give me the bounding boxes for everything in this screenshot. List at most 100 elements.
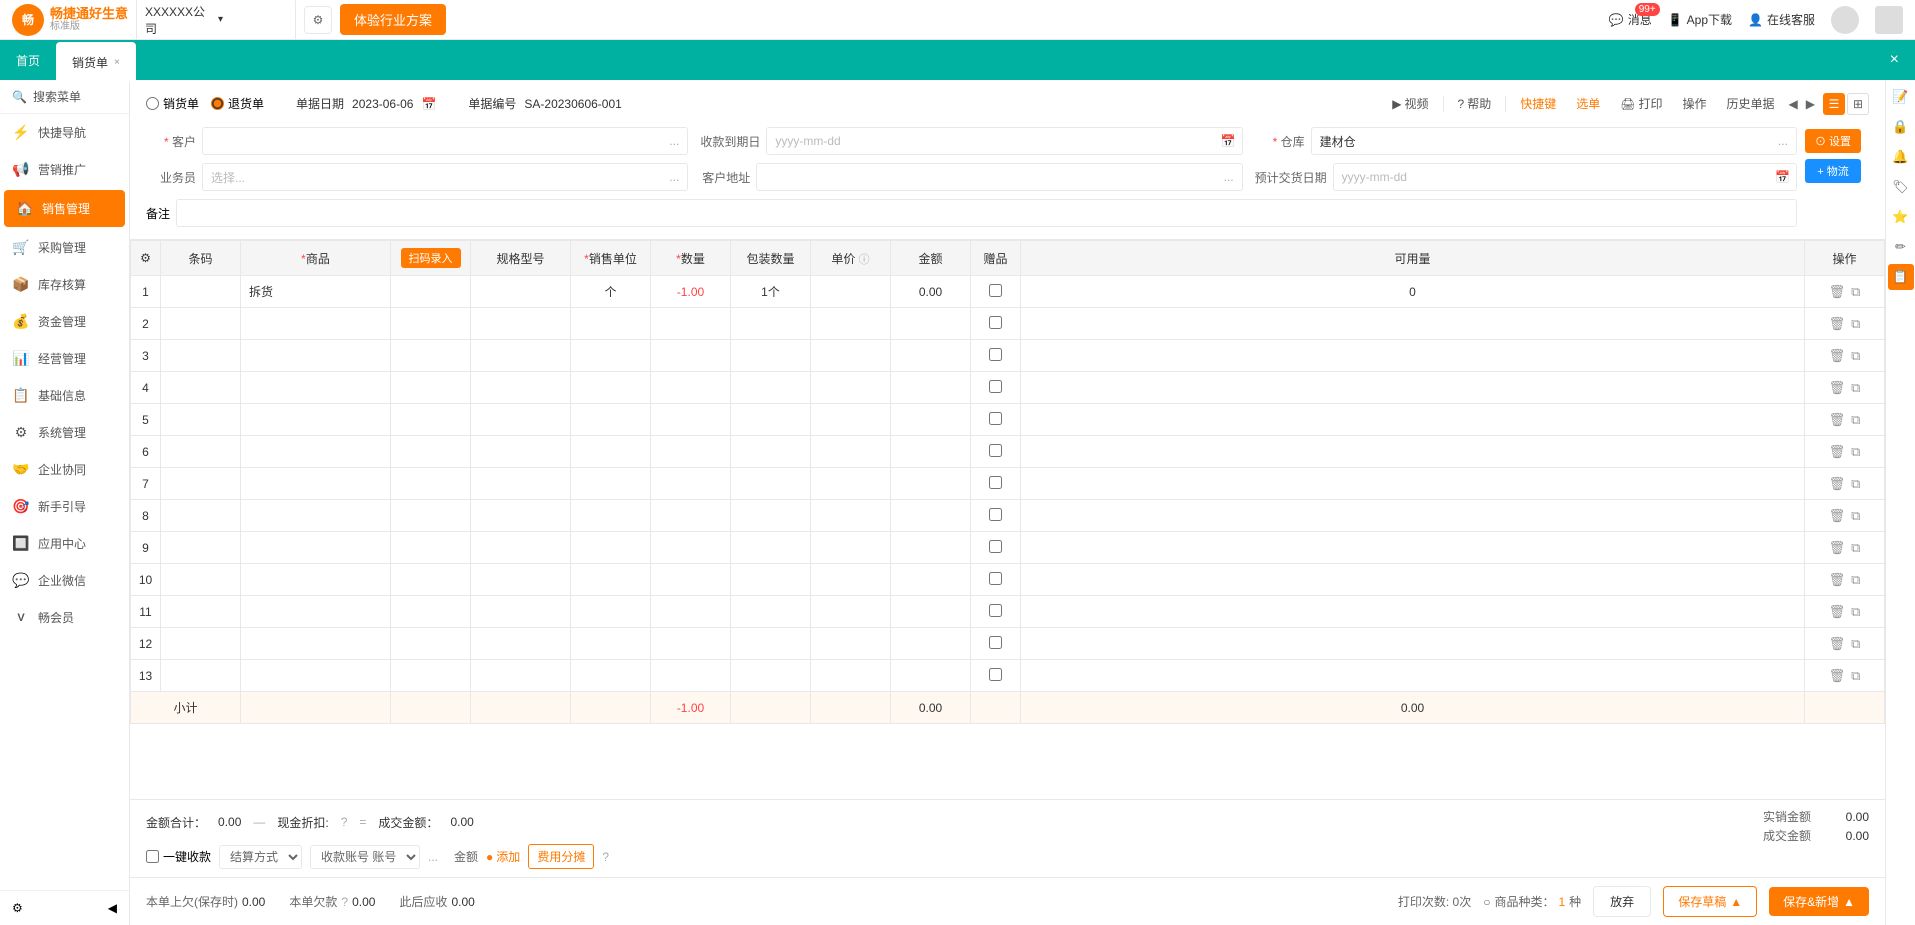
right-panel-note-btn[interactable]: 📝 [1888, 84, 1914, 110]
row-spec[interactable] [471, 276, 571, 308]
payment-due-input[interactable]: yyyy-mm-dd 📅 [766, 127, 1242, 155]
row-amount[interactable] [891, 372, 971, 404]
row-price[interactable] [811, 276, 891, 308]
payment-method-select[interactable]: 结算方式 [219, 845, 302, 869]
row-spec[interactable] [471, 628, 571, 660]
row-amount[interactable] [891, 660, 971, 692]
row-pkg-qty[interactable] [731, 340, 811, 372]
row-pkg-qty[interactable] [731, 660, 811, 692]
gift-checkbox[interactable] [989, 380, 1002, 393]
delete-icon[interactable]: 🗑 [1829, 508, 1846, 524]
one-click-payment[interactable]: 一键收款 [146, 848, 211, 865]
customer-addr-input[interactable]: ... [756, 163, 1242, 191]
sidebar-item-finance[interactable]: 💰 资金管理 [0, 303, 129, 340]
row-qty[interactable]: -1.00 [651, 276, 731, 308]
row-amount[interactable] [891, 596, 971, 628]
delete-icon[interactable]: 🗑 [1829, 604, 1846, 620]
copy-icon[interactable]: ⧉ [1851, 284, 1860, 300]
sidebar-item-basics[interactable]: 📋 基础信息 [0, 377, 129, 414]
row-pkg-qty[interactable]: 1个 [731, 276, 811, 308]
row-gift[interactable] [971, 660, 1021, 692]
row-gift[interactable] [971, 276, 1021, 308]
online-service-button[interactable]: 👤 在线客服 [1748, 11, 1815, 28]
delete-icon[interactable]: 🗑 [1829, 380, 1846, 396]
help-btn[interactable]: ? 帮助 [1452, 92, 1498, 115]
gift-checkbox[interactable] [989, 444, 1002, 457]
sidebar-item-wechat[interactable]: 💬 企业微信 [0, 562, 129, 599]
customer-input[interactable]: ... [202, 127, 688, 155]
row-barcode[interactable] [161, 276, 241, 308]
row-qty[interactable] [651, 340, 731, 372]
row-product[interactable] [241, 308, 391, 340]
row-unit[interactable] [571, 660, 651, 692]
copy-icon[interactable]: ⧉ [1851, 476, 1860, 492]
copy-icon[interactable]: ⧉ [1851, 540, 1860, 556]
row-barcode[interactable] [161, 660, 241, 692]
row-product[interactable] [241, 596, 391, 628]
next-icon[interactable]: ▶ [1806, 97, 1815, 111]
row-unit[interactable] [571, 564, 651, 596]
operation-btn[interactable]: 操作 [1677, 92, 1713, 115]
row-product[interactable] [241, 468, 391, 500]
row-pkg-qty[interactable] [731, 436, 811, 468]
right-panel-orange-btn[interactable]: 📋 [1888, 264, 1914, 290]
add-button[interactable]: ● 添加 [486, 848, 520, 865]
row-qty[interactable] [651, 660, 731, 692]
row-qty[interactable] [651, 532, 731, 564]
row-amount[interactable] [891, 628, 971, 660]
delete-icon[interactable]: 🗑 [1829, 636, 1846, 652]
row-spec[interactable] [471, 308, 571, 340]
user-menu[interactable] [1875, 6, 1903, 34]
row-price[interactable] [811, 468, 891, 500]
row-product[interactable] [241, 660, 391, 692]
right-panel-bell-btn[interactable]: 🔔 [1888, 144, 1914, 170]
radio-return[interactable]: 退货单 [211, 95, 264, 112]
radio-sales[interactable]: 销货单 [146, 95, 199, 112]
copy-icon[interactable]: ⧉ [1851, 604, 1860, 620]
row-qty[interactable] [651, 500, 731, 532]
row-qty[interactable] [651, 436, 731, 468]
row-product[interactable] [241, 532, 391, 564]
gift-checkbox[interactable] [989, 668, 1002, 681]
row-unit[interactable]: 个 [571, 276, 651, 308]
right-panel-lock-btn[interactable]: 🔒 [1888, 114, 1914, 140]
row-qty[interactable] [651, 404, 731, 436]
logistics-button[interactable]: + 物流 [1805, 159, 1861, 183]
row-pkg-qty[interactable] [731, 564, 811, 596]
row-amount[interactable]: 0.00 [891, 276, 971, 308]
row-gift[interactable] [971, 404, 1021, 436]
row-price[interactable] [811, 660, 891, 692]
row-spec[interactable] [471, 564, 571, 596]
row-pkg-qty[interactable] [731, 596, 811, 628]
row-spec[interactable] [471, 660, 571, 692]
row-qty[interactable] [651, 564, 731, 596]
sidebar-search[interactable]: 🔍 搜索菜单 [0, 80, 129, 114]
sidebar-item-inventory[interactable]: 📦 库存核算 [0, 266, 129, 303]
payment-checkbox[interactable] [146, 850, 159, 863]
row-price[interactable] [811, 628, 891, 660]
row-amount[interactable] [891, 468, 971, 500]
row-price[interactable] [811, 596, 891, 628]
row-amount[interactable] [891, 308, 971, 340]
sidebar-item-collab[interactable]: 🤝 企业协同 [0, 451, 129, 488]
row-spec[interactable] [471, 596, 571, 628]
row-product[interactable] [241, 436, 391, 468]
window-close-button[interactable]: × [1874, 51, 1915, 69]
message-button[interactable]: 💬 消息 99+ [1609, 11, 1652, 28]
row-unit[interactable] [571, 596, 651, 628]
row-gift[interactable] [971, 500, 1021, 532]
scan-button[interactable]: 扫码录入 [401, 248, 461, 268]
row-product[interactable]: 拆货 [241, 276, 391, 308]
row-amount[interactable] [891, 340, 971, 372]
row-gift[interactable] [971, 564, 1021, 596]
row-barcode[interactable] [161, 308, 241, 340]
row-spec[interactable] [471, 532, 571, 564]
sidebar-item-quick-nav[interactable]: ⚡ 快捷导航 [0, 114, 129, 151]
row-spec[interactable] [471, 340, 571, 372]
delete-icon[interactable]: 🗑 [1829, 444, 1846, 460]
row-product[interactable] [241, 500, 391, 532]
row-spec[interactable] [471, 372, 571, 404]
copy-icon[interactable]: ⧉ [1851, 668, 1860, 684]
copy-icon[interactable]: ⧉ [1851, 572, 1860, 588]
row-barcode[interactable] [161, 436, 241, 468]
